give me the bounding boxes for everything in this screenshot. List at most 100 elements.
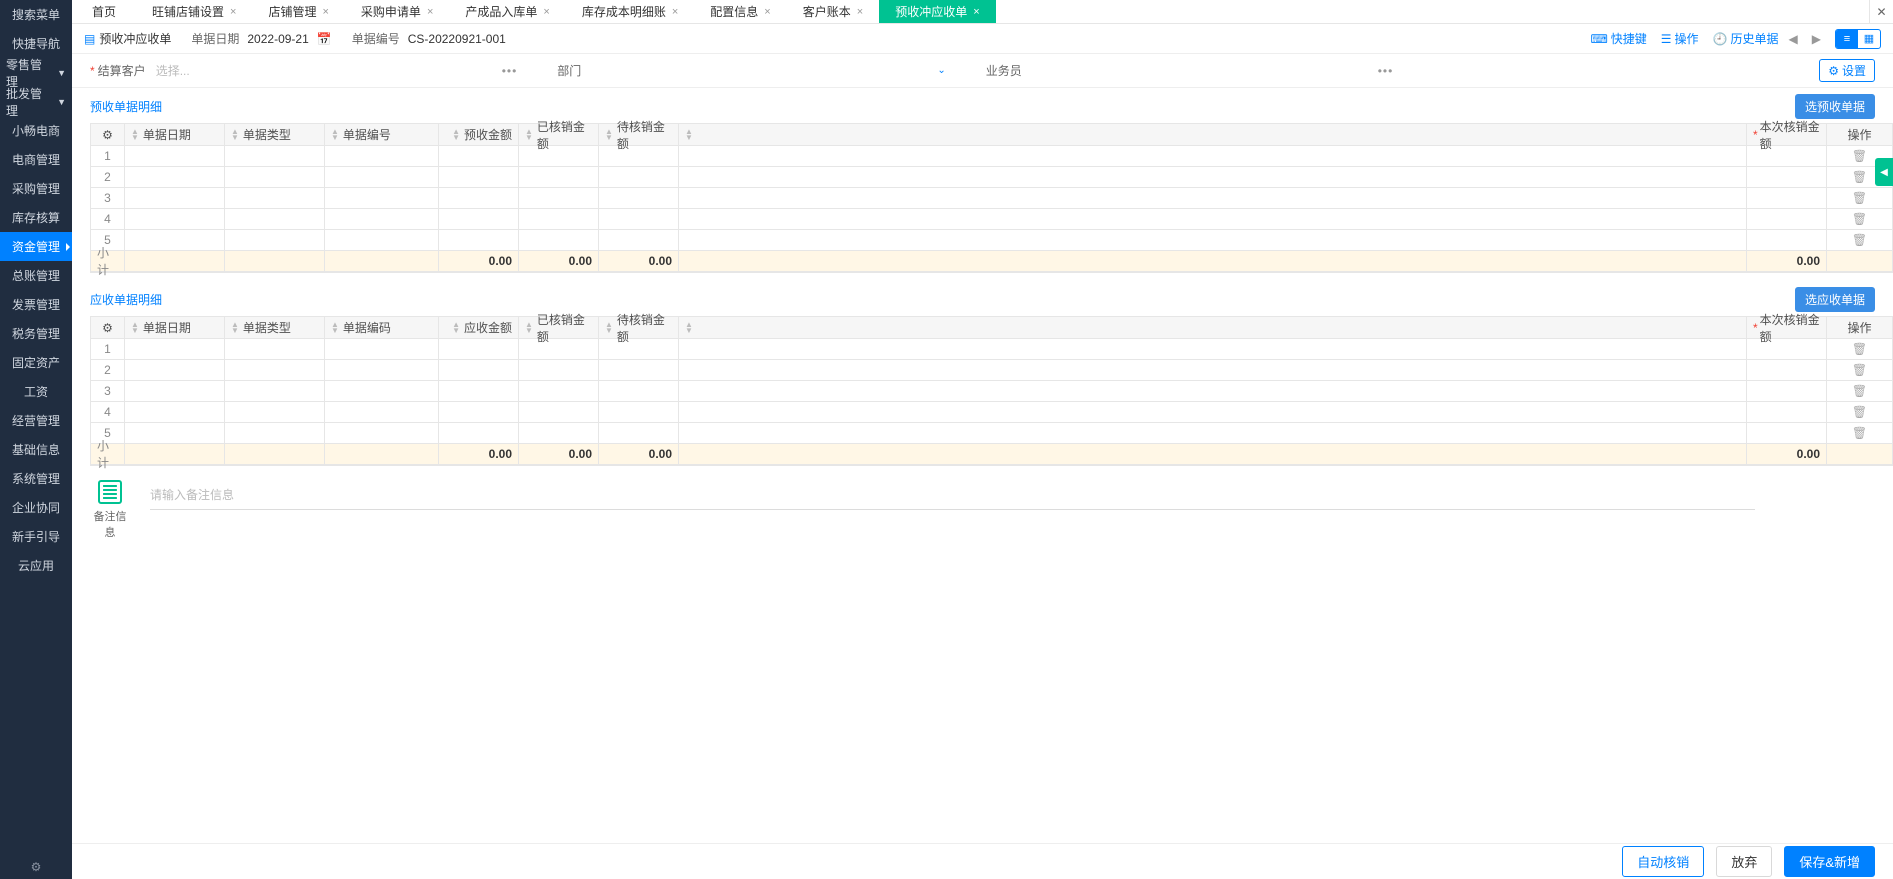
tab-7[interactable]: 客户账本× <box>787 0 879 23</box>
dept-dropdown-icon[interactable]: ⌄ <box>937 65 945 76</box>
tab-8[interactable]: 预收冲应收单× <box>879 0 995 23</box>
col-code2[interactable]: ▲▼单据编码 <box>325 317 439 338</box>
tab-6[interactable]: 配置信息× <box>694 0 786 23</box>
sidebar-item-16[interactable]: 系统管理 <box>0 464 72 493</box>
col-type[interactable]: ▲▼单据类型 <box>225 124 325 145</box>
next-doc-button[interactable]: ▶ <box>1808 30 1825 48</box>
prev-doc-button[interactable]: ◀ <box>1785 30 1802 48</box>
col-type2[interactable]: ▲▼单据类型 <box>225 317 325 338</box>
sales-input[interactable] <box>1032 62 1372 80</box>
table-row[interactable]: 5🗑 <box>91 230 1893 251</box>
col-amount[interactable]: ▲▼预收金额 <box>439 124 519 145</box>
sidebar-item-15[interactable]: 基础信息 <box>0 435 72 464</box>
side-expand-tag[interactable]: ◀ <box>1875 158 1893 186</box>
history-link[interactable]: 🕘历史单据 <box>1713 30 1779 47</box>
sidebar-item-9[interactable]: 总账管理 <box>0 261 72 290</box>
close-icon[interactable]: × <box>322 6 328 18</box>
col-this[interactable]: *本次核销金额 <box>1747 124 1827 145</box>
close-icon[interactable]: × <box>230 6 236 18</box>
remark-input[interactable]: 请输入备注信息 <box>150 480 1755 510</box>
sidebar-item-11[interactable]: 税务管理 <box>0 319 72 348</box>
sidebar-settings-icon[interactable]: ⚙ <box>0 855 72 879</box>
table-row[interactable]: 2🗑 <box>91 360 1893 381</box>
sidebar-item-8[interactable]: 资金管理 <box>0 232 72 261</box>
calendar-icon[interactable]: 📅 <box>317 32 332 46</box>
col-this2[interactable]: *本次核销金额 <box>1747 317 1827 338</box>
sidebar-item-6[interactable]: 采购管理 <box>0 174 72 203</box>
sidebar-item-17[interactable]: 企业协同 <box>0 493 72 522</box>
sidebar-item-0[interactable]: 搜索菜单 <box>0 0 72 29</box>
table-row[interactable]: 3🗑 <box>91 188 1893 209</box>
table-row[interactable]: 1🗑 <box>91 339 1893 360</box>
sidebar-item-5[interactable]: 电商管理 <box>0 145 72 174</box>
delete-row-icon[interactable]: 🗑 <box>1827 381 1893 401</box>
table-row[interactable]: 5🗑 <box>91 423 1893 444</box>
select-receivable-button[interactable]: 选应收单据 <box>1795 287 1875 312</box>
delete-row-icon[interactable]: 🗑 <box>1827 188 1893 208</box>
action-link[interactable]: ☰操作 <box>1661 30 1699 47</box>
shortcut-link[interactable]: ⌨快捷键 <box>1590 30 1646 47</box>
sidebar-item-12[interactable]: 固定资产 <box>0 348 72 377</box>
sidebar-item-13[interactable]: 工资 <box>0 377 72 406</box>
sidebar-item-7[interactable]: 库存核算 <box>0 203 72 232</box>
sidebar-item-18[interactable]: 新手引导 <box>0 522 72 551</box>
col-pending2[interactable]: ▲▼待核销金额 <box>599 317 679 338</box>
table-row[interactable]: 1🗑 <box>91 146 1893 167</box>
delete-row-icon[interactable]: 🗑 <box>1827 230 1893 250</box>
col-done[interactable]: ▲▼已核销金额 <box>519 124 599 145</box>
delete-row-icon[interactable]: 🗑 <box>1827 360 1893 380</box>
date-value[interactable]: 2022-09-21 <box>247 32 308 46</box>
sidebar-item-4[interactable]: 小畅电商 <box>0 116 72 145</box>
tab-3[interactable]: 采购申请单× <box>345 0 449 23</box>
col-gear[interactable]: ⚙ <box>91 124 125 145</box>
close-icon[interactable]: × <box>672 6 678 18</box>
tab-2[interactable]: 店铺管理× <box>252 0 344 23</box>
table-row[interactable]: 4🗑 <box>91 402 1893 423</box>
sales-field[interactable]: 业务员 ••• <box>986 62 1394 80</box>
list-view-button[interactable]: ≡ <box>1836 30 1858 48</box>
table-row[interactable]: 3🗑 <box>91 381 1893 402</box>
settings-button[interactable]: ⚙设置 <box>1819 59 1875 82</box>
dept-input[interactable] <box>591 62 931 80</box>
col-date[interactable]: ▲▼单据日期 <box>125 124 225 145</box>
table-row[interactable]: 2🗑 <box>91 167 1893 188</box>
col-pending[interactable]: ▲▼待核销金额 <box>599 124 679 145</box>
delete-row-icon[interactable]: 🗑 <box>1827 402 1893 422</box>
tab-5[interactable]: 库存成本明细账× <box>566 0 694 23</box>
dept-field[interactable]: 部门 ⌄ <box>557 62 945 80</box>
delete-row-icon[interactable]: 🗑 <box>1827 209 1893 229</box>
customer-field[interactable]: * 结算客户 选择... ••• <box>90 60 517 81</box>
customer-input[interactable]: 选择... <box>156 60 496 81</box>
delete-row-icon[interactable]: 🗑 <box>1827 339 1893 359</box>
customer-more-icon[interactable]: ••• <box>502 64 518 78</box>
sidebar-item-3[interactable]: 批发管理▼ <box>0 87 72 116</box>
col-code[interactable]: ▲▼单据编号 <box>325 124 439 145</box>
select-prepay-button[interactable]: 选预收单据 <box>1795 94 1875 119</box>
keyboard-icon: ⌨ <box>1590 32 1607 46</box>
close-icon[interactable]: × <box>764 6 770 18</box>
tab-0[interactable]: 首页 <box>72 0 136 23</box>
grid-view-button[interactable]: ▦ <box>1858 30 1880 48</box>
sales-more-icon[interactable]: ••• <box>1378 64 1394 78</box>
sidebar-item-1[interactable]: 快捷导航 <box>0 29 72 58</box>
close-icon[interactable]: × <box>427 6 433 18</box>
auto-writeoff-button[interactable]: 自动核销 <box>1622 846 1704 877</box>
close-icon[interactable]: × <box>543 6 549 18</box>
sidebar-item-10[interactable]: 发票管理 <box>0 290 72 319</box>
close-icon[interactable]: × <box>973 6 979 18</box>
col-gear2[interactable]: ⚙ <box>91 317 125 338</box>
save-and-new-button[interactable]: 保存&新增 <box>1784 846 1875 877</box>
discard-button[interactable]: 放弃 <box>1716 846 1772 877</box>
close-all-tabs[interactable]: ✕ <box>1869 0 1893 24</box>
table-row[interactable]: 4🗑 <box>91 209 1893 230</box>
delete-row-icon[interactable]: 🗑 <box>1827 423 1893 443</box>
col-date2[interactable]: ▲▼单据日期 <box>125 317 225 338</box>
close-icon[interactable]: × <box>857 6 863 18</box>
col-done2[interactable]: ▲▼已核销金额 <box>519 317 599 338</box>
col-amount2[interactable]: ▲▼应收金额 <box>439 317 519 338</box>
tab-1[interactable]: 旺铺店铺设置× <box>136 0 252 23</box>
sidebar-item-2[interactable]: 零售管理▼ <box>0 58 72 87</box>
sidebar-item-14[interactable]: 经营管理 <box>0 406 72 435</box>
sidebar-item-19[interactable]: 云应用 <box>0 551 72 580</box>
tab-4[interactable]: 产成品入库单× <box>449 0 565 23</box>
